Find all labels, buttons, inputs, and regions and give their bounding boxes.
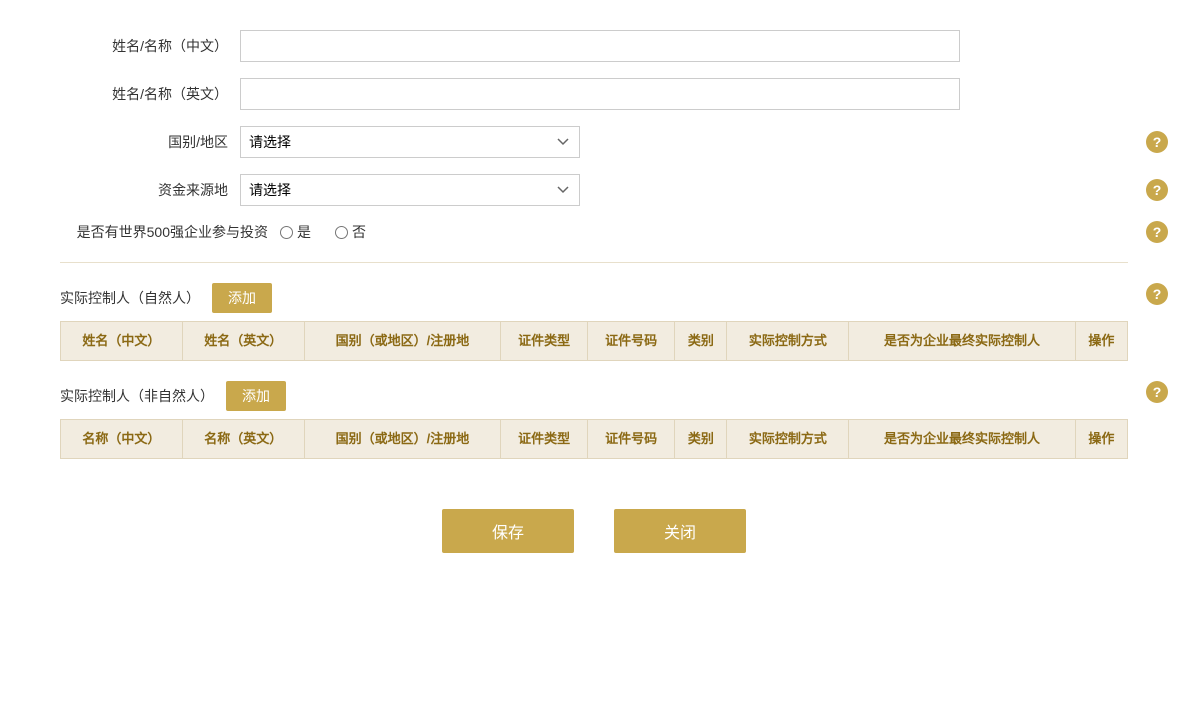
natural-controller-section: 实际控制人（自然人） 添加 ? 姓名（中文） 姓名（英文） 国别（或地区）/注册… [60, 283, 1128, 361]
name-cn-label: 姓名/名称（中文） [60, 36, 240, 56]
natural-controller-title-row: 实际控制人（自然人） 添加 ? [60, 283, 1128, 313]
save-button[interactable]: 保存 [442, 509, 574, 553]
non-natural-col-cert-no: 证件号码 [588, 420, 675, 459]
natural-controller-header-row: 姓名（中文） 姓名（英文） 国别（或地区）/注册地 证件类型 证件号码 类别 实… [61, 322, 1128, 361]
name-cn-row: 姓名/名称（中文） [60, 30, 1128, 62]
natural-col-cert-type: 证件类型 [501, 322, 588, 361]
country-row: 国别/地区 请选择 ? [60, 126, 1128, 158]
non-natural-col-category: 类别 [675, 420, 727, 459]
fund-source-label: 资金来源地 [60, 180, 240, 200]
non-natural-controller-title: 实际控制人（非自然人） [60, 386, 214, 406]
non-natural-col-action: 操作 [1075, 420, 1127, 459]
natural-controller-table: 姓名（中文） 姓名（英文） 国别（或地区）/注册地 证件类型 证件号码 类别 实… [60, 321, 1128, 361]
name-en-label: 姓名/名称（英文） [60, 84, 240, 104]
name-cn-input[interactable] [240, 30, 960, 62]
natural-col-name-cn: 姓名（中文） [61, 322, 183, 361]
non-natural-col-is-final-controller: 是否为企业最终实际控制人 [849, 420, 1075, 459]
fortune500-help-icon[interactable]: ? [1146, 221, 1168, 243]
close-button[interactable]: 关闭 [614, 509, 746, 553]
bottom-buttons: 保存 关闭 [60, 509, 1128, 553]
name-en-input[interactable] [240, 78, 960, 110]
non-natural-col-country: 国别（或地区）/注册地 [304, 420, 500, 459]
non-natural-controller-title-row: 实际控制人（非自然人） 添加 ? [60, 381, 1128, 411]
fortune500-radio-group: 是 否 [280, 222, 366, 242]
fortune500-no-radio[interactable] [335, 226, 348, 239]
natural-col-country: 国别（或地区）/注册地 [304, 322, 500, 361]
natural-controller-title: 实际控制人（自然人） [60, 288, 200, 308]
fund-source-row: 资金来源地 请选择 ? [60, 174, 1128, 206]
fortune500-label: 是否有世界500强企业参与投资 [60, 222, 280, 242]
natural-col-is-final-controller: 是否为企业最终实际控制人 [849, 322, 1075, 361]
non-natural-controller-table: 名称（中文） 名称（英文） 国别（或地区）/注册地 证件类型 证件号码 类别 实… [60, 419, 1128, 459]
natural-col-category: 类别 [675, 322, 727, 361]
country-select[interactable]: 请选择 [240, 126, 580, 158]
non-natural-col-control-method: 实际控制方式 [727, 420, 849, 459]
fund-source-select[interactable]: 请选择 [240, 174, 580, 206]
non-natural-controller-help-icon[interactable]: ? [1146, 381, 1168, 403]
natural-col-action: 操作 [1075, 322, 1127, 361]
divider-1 [60, 262, 1128, 263]
fortune500-row: 是否有世界500强企业参与投资 是 否 ? [60, 222, 1128, 242]
name-en-row: 姓名/名称（英文） [60, 78, 1128, 110]
non-natural-controller-header-row: 名称（中文） 名称（英文） 国别（或地区）/注册地 证件类型 证件号码 类别 实… [61, 420, 1128, 459]
fortune500-no-text: 否 [352, 222, 366, 242]
non-natural-col-name-en: 名称（英文） [182, 420, 304, 459]
fortune500-yes-text: 是 [297, 222, 311, 242]
form-section: 姓名/名称（中文） 姓名/名称（英文） 国别/地区 请选择 ? 资金来源地 请选… [60, 30, 1128, 242]
non-natural-controller-section: 实际控制人（非自然人） 添加 ? 名称（中文） 名称（英文） 国别（或地区）/注… [60, 381, 1128, 459]
country-help-icon[interactable]: ? [1146, 131, 1168, 153]
non-natural-controller-add-btn[interactable]: 添加 [226, 381, 286, 411]
natural-col-cert-no: 证件号码 [588, 322, 675, 361]
natural-controller-add-btn[interactable]: 添加 [212, 283, 272, 313]
non-natural-col-cert-type: 证件类型 [501, 420, 588, 459]
natural-controller-help-icon[interactable]: ? [1146, 283, 1168, 305]
natural-col-control-method: 实际控制方式 [727, 322, 849, 361]
country-label: 国别/地区 [60, 132, 240, 152]
non-natural-col-name-cn: 名称（中文） [61, 420, 183, 459]
fortune500-yes-label[interactable]: 是 [280, 222, 311, 242]
fortune500-yes-radio[interactable] [280, 226, 293, 239]
natural-col-name-en: 姓名（英文） [182, 322, 304, 361]
fund-source-help-icon[interactable]: ? [1146, 179, 1168, 201]
fortune500-no-label[interactable]: 否 [335, 222, 366, 242]
